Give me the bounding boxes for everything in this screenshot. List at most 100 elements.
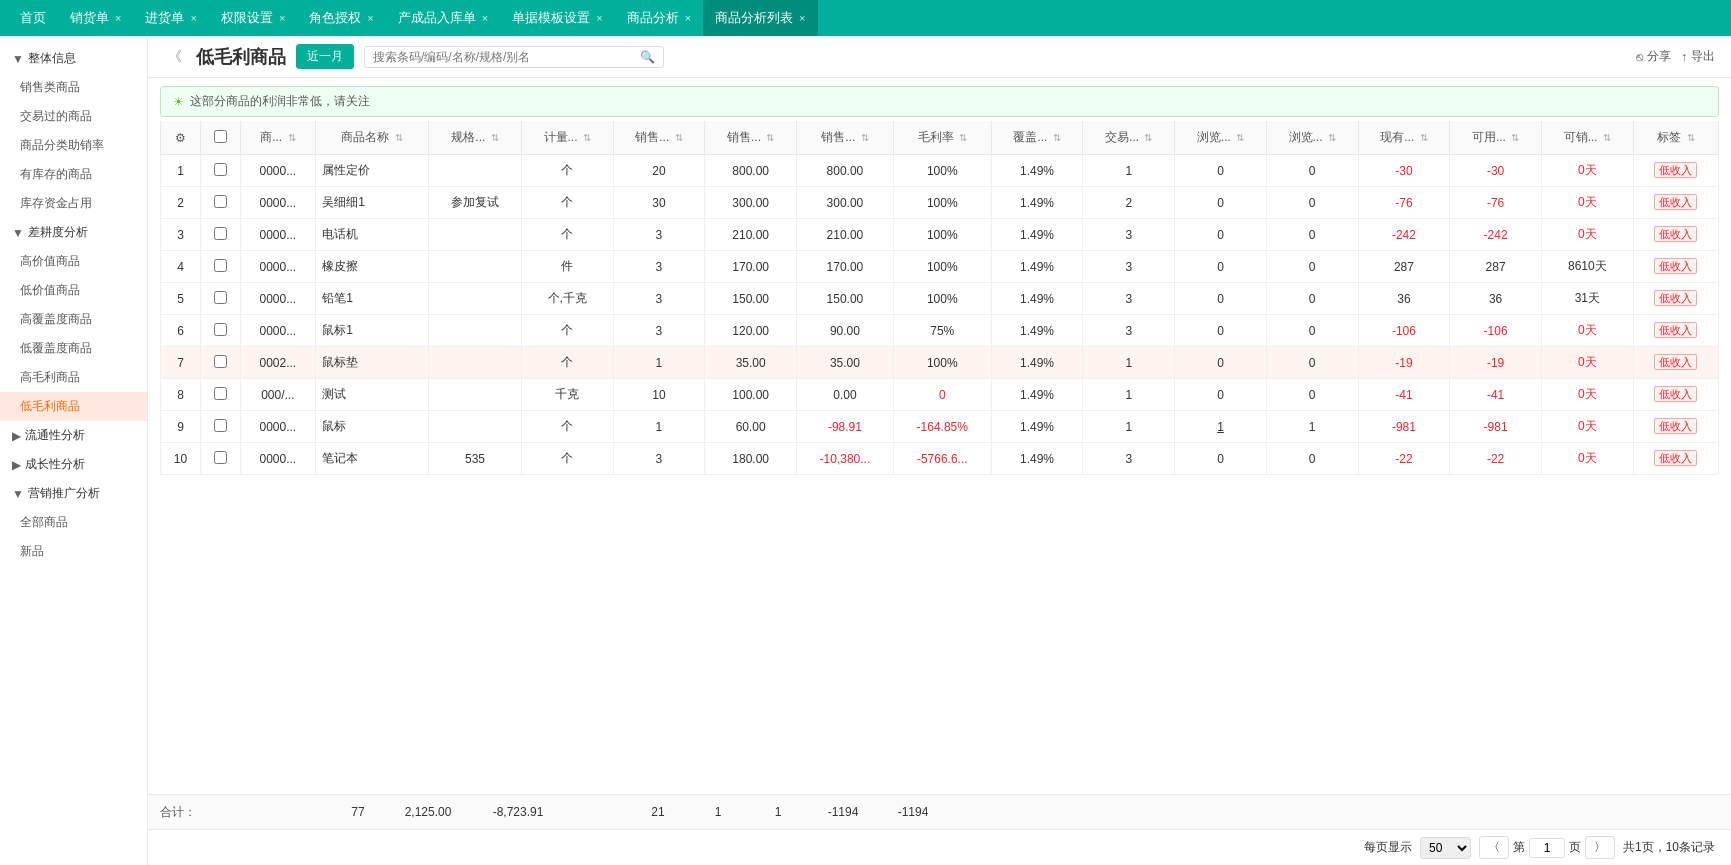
sidebar-item-low-value[interactable]: 低价值商品 <box>0 276 147 305</box>
export-button[interactable]: ↑ 导出 <box>1681 48 1715 65</box>
col-sales1[interactable]: 销售... ⇅ <box>613 121 705 155</box>
row-checkbox[interactable] <box>214 355 227 368</box>
cell-sales1: 1 <box>613 411 705 443</box>
cell-gross-rate: -5766.6... <box>893 443 991 475</box>
footer-sales1: 77 <box>328 801 388 823</box>
sidebar-item-category-rate[interactable]: 商品分类助销率 <box>0 131 147 160</box>
sidebar-item-new-products[interactable]: 新品 <box>0 537 147 566</box>
cell-checkbox[interactable] <box>201 283 241 315</box>
row-checkbox[interactable] <box>214 259 227 272</box>
tab-recent-month[interactable]: 近一月 <box>296 44 354 69</box>
page-number-input[interactable] <box>1529 838 1565 858</box>
cell-no: 9 <box>161 411 201 443</box>
row-checkbox[interactable] <box>214 323 227 336</box>
col-gross-rate[interactable]: 毛利率 ⇅ <box>893 121 991 155</box>
cell-checkbox[interactable] <box>201 219 241 251</box>
cell-spec <box>429 347 522 379</box>
nav-role-close[interactable]: × <box>367 12 373 24</box>
cell-checkbox[interactable] <box>201 411 241 443</box>
select-all-checkbox[interactable] <box>214 130 227 143</box>
row-checkbox[interactable] <box>214 419 227 432</box>
cell-checkbox[interactable] <box>201 379 241 411</box>
sidebar-group-marketing[interactable]: ▼ 营销推广分析 <box>0 479 147 508</box>
nav-product-analysis-list[interactable]: 商品分析列表 × <box>703 0 817 36</box>
sidebar-item-traded-products[interactable]: 交易过的商品 <box>0 102 147 131</box>
cell-gross-rate: 100% <box>893 155 991 187</box>
sidebar-item-sales-products[interactable]: 销售类商品 <box>0 73 147 102</box>
cell-checkbox[interactable] <box>201 443 241 475</box>
nav-sales-order-close[interactable]: × <box>115 12 121 24</box>
cell-gross-rate: 100% <box>893 187 991 219</box>
nav-role[interactable]: 角色授权 × <box>297 0 385 36</box>
col-spec[interactable]: 规格... ⇅ <box>429 121 522 155</box>
sidebar-item-stock-capital[interactable]: 库存资金占用 <box>0 189 147 218</box>
row-checkbox[interactable] <box>214 163 227 176</box>
sidebar-item-all-products[interactable]: 全部商品 <box>0 508 147 537</box>
row-checkbox[interactable] <box>214 387 227 400</box>
cell-unit: 个 <box>521 187 613 219</box>
row-checkbox[interactable] <box>214 451 227 464</box>
row-checkbox[interactable] <box>214 291 227 304</box>
page-size-select[interactable]: 50 100 200 <box>1420 837 1471 859</box>
cell-checkbox[interactable] <box>201 315 241 347</box>
nav-product-analysis[interactable]: 商品分析 × <box>615 0 703 36</box>
sidebar-item-low-margin[interactable]: 低毛利商品 <box>0 392 147 421</box>
cell-spec <box>429 283 522 315</box>
row-checkbox[interactable] <box>214 227 227 240</box>
collapse-sidebar-button[interactable]: 《 <box>164 48 186 66</box>
cell-checkbox[interactable] <box>201 251 241 283</box>
search-icon[interactable]: 🔍 <box>640 50 655 64</box>
share-button[interactable]: ⎋ 分享 <box>1636 48 1671 65</box>
nav-purchase-order[interactable]: 进货单 × <box>133 0 208 36</box>
col-view2[interactable]: 浏览... ⇅ <box>1266 121 1358 155</box>
settings-icon[interactable]: ⚙ <box>175 131 186 145</box>
cell-cover-rate: 1.49% <box>991 347 1083 379</box>
col-view1[interactable]: 浏览... ⇅ <box>1175 121 1267 155</box>
cell-gross-rate: 100% <box>893 283 991 315</box>
cell-sales3: -10,380... <box>797 443 894 475</box>
col-sales3[interactable]: 销售... ⇅ <box>797 121 894 155</box>
nav-purchase-order-close[interactable]: × <box>190 12 196 24</box>
cell-tx-count: 1 <box>1083 347 1175 379</box>
search-input[interactable] <box>373 50 636 64</box>
nav-product-in[interactable]: 产成品入库单 × <box>386 0 500 36</box>
table-row: 40000...橡皮擦件3170.00170.00100%1.49%300287… <box>161 251 1719 283</box>
nav-product-analysis-list-close[interactable]: × <box>799 12 805 24</box>
cell-view1: 0 <box>1175 251 1267 283</box>
sidebar-group-overall[interactable]: ▼ 整体信息 <box>0 44 147 73</box>
cell-checkbox[interactable] <box>201 187 241 219</box>
sidebar-item-high-margin[interactable]: 高毛利商品 <box>0 363 147 392</box>
nav-permission[interactable]: 权限设置 × <box>209 0 297 36</box>
next-page-button[interactable]: 〉 <box>1585 836 1615 859</box>
nav-sales-order[interactable]: 销货单 × <box>58 0 133 36</box>
nav-permission-close[interactable]: × <box>279 12 285 24</box>
col-cover-rate[interactable]: 覆盖... ⇅ <box>991 121 1083 155</box>
col-name[interactable]: 商品名称 ⇅ <box>316 121 429 155</box>
sidebar-item-low-coverage[interactable]: 低覆盖度商品 <box>0 334 147 363</box>
nav-product-analysis-close[interactable]: × <box>685 12 691 24</box>
col-sellable[interactable]: 可销... ⇅ <box>1541 121 1633 155</box>
cell-checkbox[interactable] <box>201 155 241 187</box>
cell-checkbox[interactable] <box>201 347 241 379</box>
col-tx-count[interactable]: 交易... ⇅ <box>1083 121 1175 155</box>
prev-page-button[interactable]: 〈 <box>1479 836 1509 859</box>
sidebar-group-value-arrow: ▼ <box>12 226 24 240</box>
col-stock[interactable]: 现有... ⇅ <box>1358 121 1450 155</box>
nav-product-in-close[interactable]: × <box>482 12 488 24</box>
col-available[interactable]: 可用... ⇅ <box>1450 121 1542 155</box>
nav-template-close[interactable]: × <box>596 12 602 24</box>
col-sales2[interactable]: 销售... ⇅ <box>705 121 797 155</box>
sidebar-group-value[interactable]: ▼ 差耕度分析 <box>0 218 147 247</box>
nav-template[interactable]: 单据模板设置 × <box>500 0 614 36</box>
nav-home[interactable]: 首页 <box>8 0 58 36</box>
sidebar-group-growth[interactable]: ▶ 成长性分析 <box>0 450 147 479</box>
col-settings[interactable]: ⚙ <box>161 121 201 155</box>
sidebar-item-high-coverage[interactable]: 高覆盖度商品 <box>0 305 147 334</box>
sidebar-item-stocked-products[interactable]: 有库存的商品 <box>0 160 147 189</box>
row-checkbox[interactable] <box>214 195 227 208</box>
col-unit[interactable]: 计量... ⇅ <box>521 121 613 155</box>
sidebar-group-flow[interactable]: ▶ 流通性分析 <box>0 421 147 450</box>
col-tag[interactable]: 标签 ⇅ <box>1633 121 1718 155</box>
sidebar-item-high-value[interactable]: 高价值商品 <box>0 247 147 276</box>
col-code[interactable]: 商... ⇅ <box>240 121 316 155</box>
